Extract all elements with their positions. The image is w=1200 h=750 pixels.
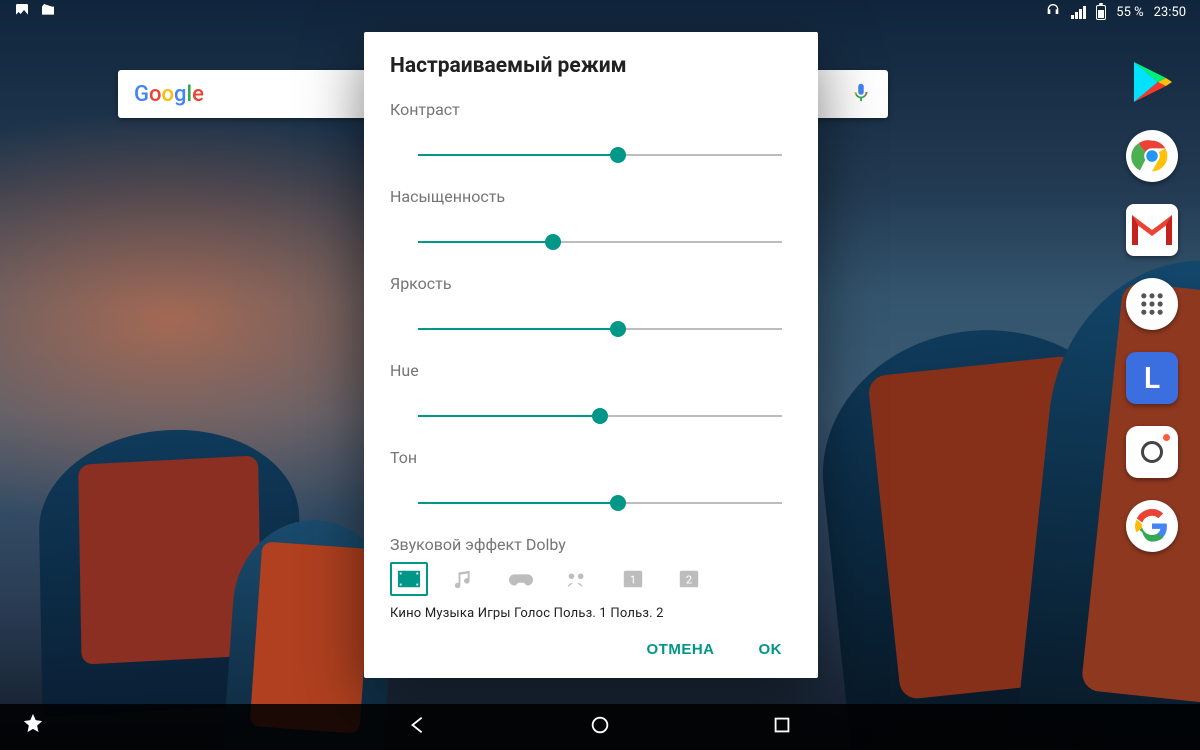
- mic-icon[interactable]: [850, 81, 872, 107]
- slider-hue[interactable]: [418, 406, 782, 426]
- svg-text:1: 1: [630, 574, 636, 587]
- favorite-star-icon[interactable]: [22, 712, 44, 738]
- home-button[interactable]: [589, 714, 611, 740]
- radio-notification-icon: [40, 2, 56, 22]
- play-store-app[interactable]: [1126, 56, 1178, 108]
- slider-thumb[interactable]: [610, 321, 626, 337]
- chrome-app[interactable]: [1126, 130, 1178, 182]
- battery-percent: 55 %: [1116, 5, 1143, 20]
- dolby-mode-names: Кино Музыка Игры Голос Польз. 1 Польз. 2: [390, 606, 792, 621]
- slider-thumb[interactable]: [610, 147, 626, 163]
- slider-яркость[interactable]: [418, 319, 782, 339]
- app-dock: L: [1126, 56, 1178, 552]
- slider-контраст[interactable]: [418, 145, 782, 165]
- l-app-letter: L: [1144, 361, 1160, 396]
- clock: 23:50: [1154, 5, 1186, 20]
- dolby-film-icon[interactable]: [394, 566, 424, 592]
- headphones-icon: [1045, 2, 1061, 22]
- dolby-one-icon[interactable]: 1: [618, 566, 648, 592]
- navigation-bar: [0, 704, 1200, 750]
- slider-label: Тон: [390, 448, 792, 467]
- ok-button[interactable]: OK: [759, 641, 783, 658]
- battery-icon: [1096, 5, 1106, 20]
- dolby-voice-icon[interactable]: [562, 566, 592, 592]
- image-notification-icon: [14, 2, 30, 22]
- cancel-button[interactable]: ОТМЕНА: [647, 641, 715, 658]
- slider-label: Насыщенность: [390, 187, 792, 206]
- camera-app[interactable]: [1126, 426, 1178, 478]
- dolby-two-icon[interactable]: 2: [674, 566, 704, 592]
- dolby-game-icon[interactable]: [506, 566, 536, 592]
- slider-насыщенность[interactable]: [418, 232, 782, 252]
- dolby-section-label: Звуковой эффект Dolby: [390, 535, 792, 554]
- slider-label: Яркость: [390, 274, 792, 293]
- app-drawer-button[interactable]: [1126, 278, 1178, 330]
- signal-icon: [1071, 5, 1086, 19]
- gmail-app[interactable]: [1126, 204, 1178, 256]
- dolby-music-icon[interactable]: [450, 566, 480, 592]
- google-app[interactable]: [1126, 500, 1178, 552]
- svg-text:2: 2: [686, 574, 692, 587]
- l-app[interactable]: L: [1126, 352, 1178, 404]
- status-bar: 55 % 23:50: [0, 0, 1200, 24]
- custom-mode-dialog: Настраиваемый режим Контраст Насыщенность…: [364, 32, 818, 678]
- google-logo: Google: [134, 82, 204, 107]
- slider-thumb[interactable]: [592, 408, 608, 424]
- recents-button[interactable]: [771, 714, 793, 740]
- slider-тон[interactable]: [418, 493, 782, 513]
- slider-thumb[interactable]: [610, 495, 626, 511]
- slider-label: Hue: [390, 361, 792, 380]
- back-button[interactable]: [407, 714, 429, 740]
- slider-thumb[interactable]: [545, 234, 561, 250]
- dialog-title: Настраиваемый режим: [390, 54, 792, 78]
- slider-label: Контраст: [390, 100, 792, 119]
